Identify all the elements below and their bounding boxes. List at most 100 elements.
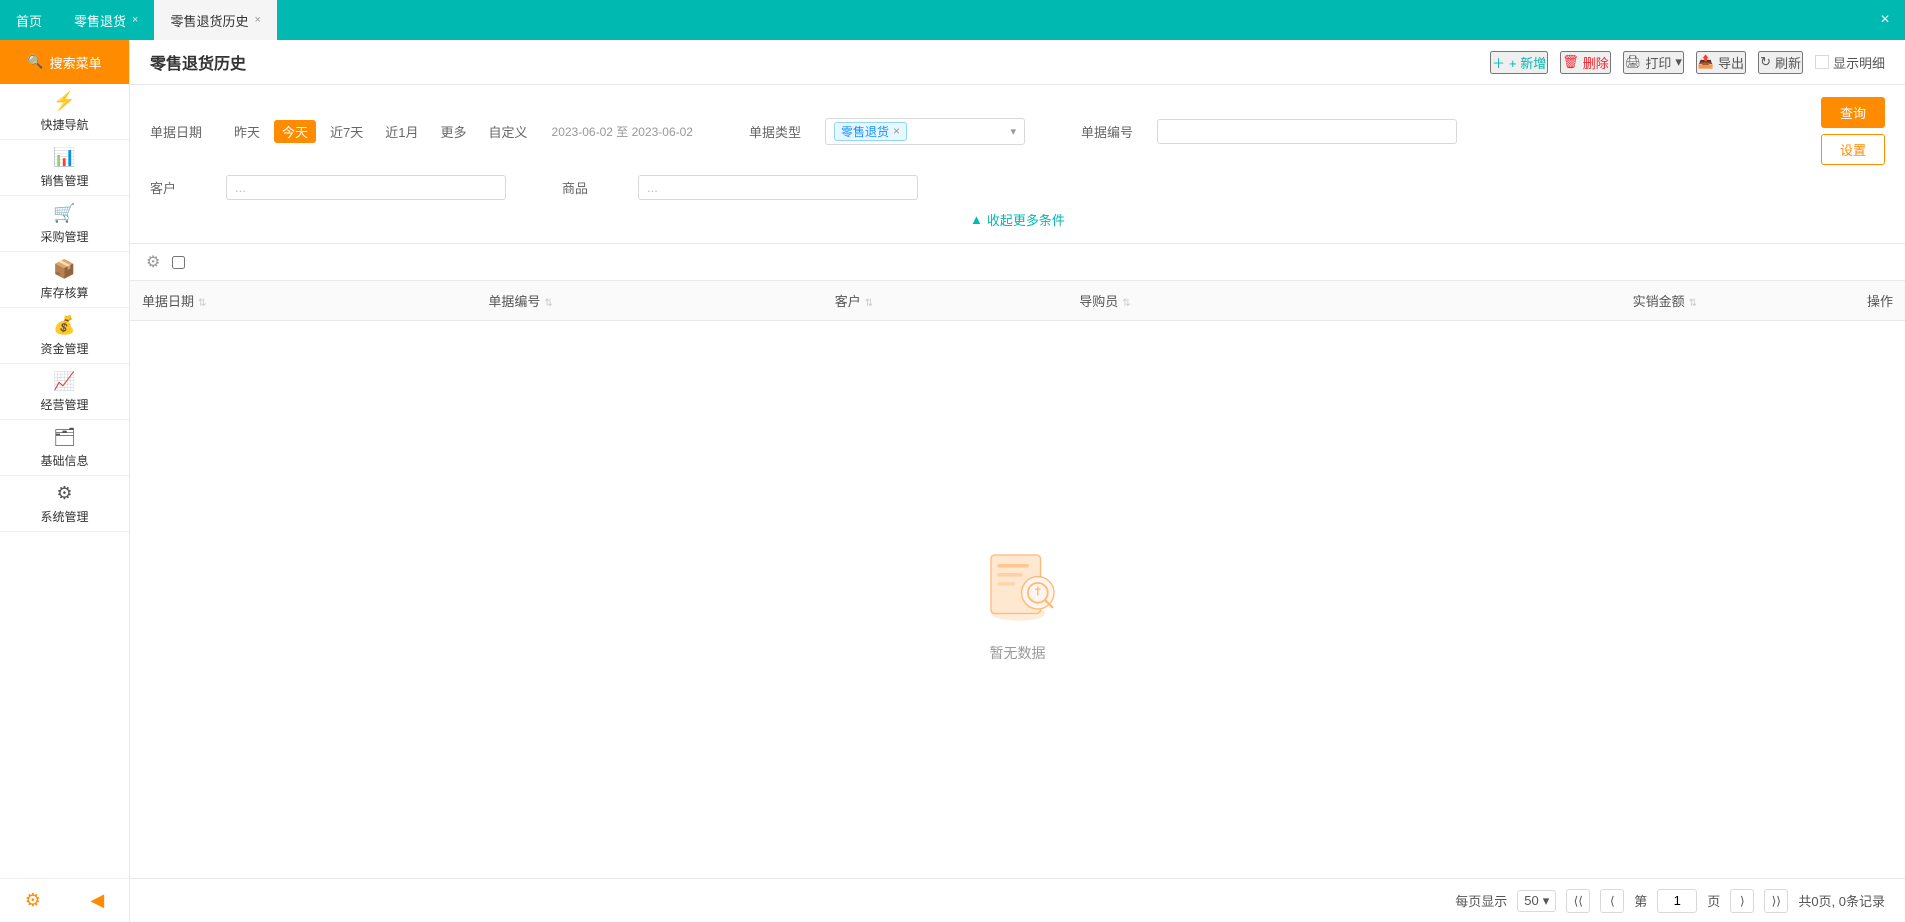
date-range-display: 2023-06-02 至 2023-06-02 bbox=[552, 123, 693, 140]
goods-filter-input[interactable]: ... bbox=[638, 175, 918, 200]
sidebar-item-label: 销售管理 bbox=[40, 172, 88, 189]
col-header-客户[interactable]: 客户⇅ bbox=[823, 281, 1068, 321]
search-icon: 🔍 bbox=[27, 54, 43, 70]
sidebar-bottom: ⚙ ◀ bbox=[0, 878, 129, 922]
tab-label: 首页 bbox=[16, 11, 42, 30]
tab-close-icon[interactable]: × bbox=[254, 14, 260, 26]
top-bar: 首页 零售退货 × 零售退货历史 × × bbox=[0, 0, 1905, 40]
header-actions: ＋ + 新增 🗑 删除 🖨 打印 ▾ 📤 导出 ↻ bbox=[1490, 51, 1885, 74]
col-header-导购员[interactable]: 导购员⇅ bbox=[1067, 281, 1362, 321]
query-set-area: 查询 设置 bbox=[1821, 97, 1885, 165]
export-button[interactable]: 📤 导出 bbox=[1696, 51, 1746, 74]
top-tab-零售退货历史[interactable]: 零售退货历史 × bbox=[154, 0, 276, 40]
page-size-select[interactable]: 50 ▾ bbox=[1517, 890, 1556, 912]
filter-row-2: 客户 ... 商品 ... bbox=[150, 175, 1885, 200]
sidebar-item-label: 基础信息 bbox=[40, 452, 88, 469]
print-button[interactable]: 🖨 打印 ▾ bbox=[1623, 51, 1684, 74]
sidebar-item-销售管理[interactable]: 📊 销售管理 bbox=[0, 140, 129, 196]
filter-row-1: 单据日期 昨天今天近7天近1月更多自定义 2023-06-02 至 2023-0… bbox=[150, 97, 1885, 165]
table-gear-icon[interactable]: ⚙ bbox=[146, 252, 160, 272]
refresh-icon: ↻ bbox=[1760, 54, 1771, 70]
sidebar-item-icon: 🗂 bbox=[53, 427, 76, 448]
page-size-value: 50 bbox=[1524, 893, 1538, 908]
sidebar-item-label: 快捷导航 bbox=[40, 116, 88, 133]
first-page-button[interactable]: ⟨⟨ bbox=[1566, 889, 1590, 913]
goods-filter-label: 商品 bbox=[562, 178, 622, 197]
date-btn-更多[interactable]: 更多 bbox=[433, 120, 475, 143]
tab-bar: 首页 零售退货 × 零售退货历史 × bbox=[0, 0, 1865, 40]
date-btn-今天[interactable]: 今天 bbox=[274, 120, 316, 143]
page-size-label: 每页显示 bbox=[1455, 891, 1507, 910]
page-size-arrow: ▾ bbox=[1543, 893, 1550, 909]
data-table: 单据日期⇅单据编号⇅客户⇅导购员⇅实销金额⇅操作 bbox=[130, 281, 1905, 321]
sidebar-item-库存核算[interactable]: 📦 库存核算 bbox=[0, 252, 129, 308]
customer-filter-input[interactable]: ... bbox=[226, 175, 506, 200]
date-btn-自定义[interactable]: 自定义 bbox=[481, 120, 536, 143]
sidebar-item-icon: 📊 bbox=[53, 147, 75, 168]
sidebar-item-label: 采购管理 bbox=[40, 228, 88, 245]
set-button[interactable]: 设置 bbox=[1821, 134, 1885, 165]
col-header-单据日期[interactable]: 单据日期⇅ bbox=[130, 281, 476, 321]
date-btn-近7天[interactable]: 近7天 bbox=[322, 120, 371, 143]
sidebar-item-资金管理[interactable]: 💰 资金管理 bbox=[0, 308, 129, 364]
sidebar-item-经营管理[interactable]: 📈 经营管理 bbox=[0, 364, 129, 420]
sidebar-item-icon: 📦 bbox=[53, 259, 75, 280]
print-dropdown-icon: ▾ bbox=[1675, 54, 1682, 70]
sidebar-item-label: 资金管理 bbox=[40, 340, 88, 357]
top-tab-首页[interactable]: 首页 bbox=[0, 0, 58, 40]
select-arrow-icon: ▾ bbox=[1010, 125, 1016, 138]
collapse-button[interactable]: ▲ 收起更多条件 bbox=[150, 210, 1885, 229]
col-header-实销金额[interactable]: 实销金额⇅ bbox=[1363, 281, 1709, 321]
pagination: 每页显示 50 ▾ ⟨⟨ ⟨ 第 1 页 ⟩ ⟩⟩ 共0页, 0条记录 bbox=[130, 878, 1905, 922]
last-page-button[interactable]: ⟩⟩ bbox=[1764, 889, 1788, 913]
sort-icon: ⇅ bbox=[1689, 298, 1697, 309]
sidebar-item-icon: 💰 bbox=[53, 315, 75, 336]
number-filter-input[interactable] bbox=[1157, 119, 1457, 144]
sidebar-item-label: 经营管理 bbox=[40, 396, 88, 413]
date-btn-近1月[interactable]: 近1月 bbox=[377, 120, 426, 143]
page-header: 零售退货历史 ＋ + 新增 🗑 删除 🖨 打印 ▾ 📤 导出 bbox=[130, 40, 1905, 85]
tab-close-icon[interactable]: × bbox=[132, 14, 138, 26]
type-tag-close[interactable]: × bbox=[893, 124, 900, 138]
next-page-button[interactable]: ⟩ bbox=[1730, 889, 1754, 913]
sidebar-item-icon: ⚡ bbox=[53, 91, 75, 112]
customer-placeholder: ... bbox=[235, 180, 246, 195]
new-button[interactable]: ＋ + 新增 bbox=[1490, 51, 1548, 74]
type-tag: 零售退货 × bbox=[834, 122, 907, 141]
col-header-单据编号[interactable]: 单据编号⇅ bbox=[476, 281, 822, 321]
page-number-input[interactable]: 1 bbox=[1657, 889, 1697, 913]
sidebar-item-系统管理[interactable]: ⚙ 系统管理 bbox=[0, 476, 129, 532]
print-icon: 🖨 bbox=[1625, 54, 1642, 70]
filter-area: 单据日期 昨天今天近7天近1月更多自定义 2023-06-02 至 2023-0… bbox=[130, 85, 1905, 244]
type-filter-label: 单据类型 bbox=[749, 122, 809, 141]
sidebar-item-快捷导航[interactable]: ⚡ 快捷导航 bbox=[0, 84, 129, 140]
sidebar-item-基础信息[interactable]: 🗂 基础信息 bbox=[0, 420, 129, 476]
col-header-操作: 操作 bbox=[1709, 281, 1905, 321]
new-icon: ＋ bbox=[1492, 53, 1505, 72]
display-toggle-checkbox[interactable] bbox=[1815, 55, 1829, 69]
type-filter-select[interactable]: 零售退货 × ▾ bbox=[825, 118, 1025, 145]
sort-icon: ⇅ bbox=[865, 298, 873, 309]
refresh-button[interactable]: ↻ 刷新 bbox=[1758, 51, 1803, 74]
select-all-checkbox[interactable] bbox=[172, 256, 185, 269]
prev-page-button[interactable]: ⟨ bbox=[1600, 889, 1624, 913]
sidebar-items: ⚡ 快捷导航 📊 销售管理 🛒 采购管理 📦 库存核算 💰 资金管理 📈 经营管… bbox=[0, 84, 129, 532]
delete-button[interactable]: 🗑 删除 bbox=[1560, 51, 1611, 74]
tab-label: 零售退货 bbox=[74, 11, 126, 30]
customer-filter-label: 客户 bbox=[150, 178, 210, 197]
date-btn-昨天[interactable]: 昨天 bbox=[226, 120, 268, 143]
settings-icon[interactable]: ⚙ bbox=[25, 890, 41, 911]
top-tab-零售退货[interactable]: 零售退货 × bbox=[58, 0, 154, 40]
sort-icon: ⇅ bbox=[544, 298, 552, 309]
sidebar-item-采购管理[interactable]: 🛒 采购管理 bbox=[0, 196, 129, 252]
display-toggle[interactable]: 显示明细 bbox=[1815, 53, 1885, 72]
export-icon: 📤 bbox=[1698, 54, 1714, 70]
empty-text: 暂无数据 bbox=[990, 643, 1046, 663]
sidebar-search-button[interactable]: 🔍 搜索菜单 bbox=[0, 40, 129, 84]
tab-label: 零售退货历史 bbox=[170, 11, 248, 30]
collapse-icon[interactable]: ◀ bbox=[90, 890, 104, 911]
empty-state: 暂无数据 bbox=[130, 321, 1905, 878]
window-close-button[interactable]: × bbox=[1865, 0, 1905, 40]
query-button[interactable]: 查询 bbox=[1821, 97, 1885, 128]
table-header: 单据日期⇅单据编号⇅客户⇅导购员⇅实销金额⇅操作 bbox=[130, 281, 1905, 321]
